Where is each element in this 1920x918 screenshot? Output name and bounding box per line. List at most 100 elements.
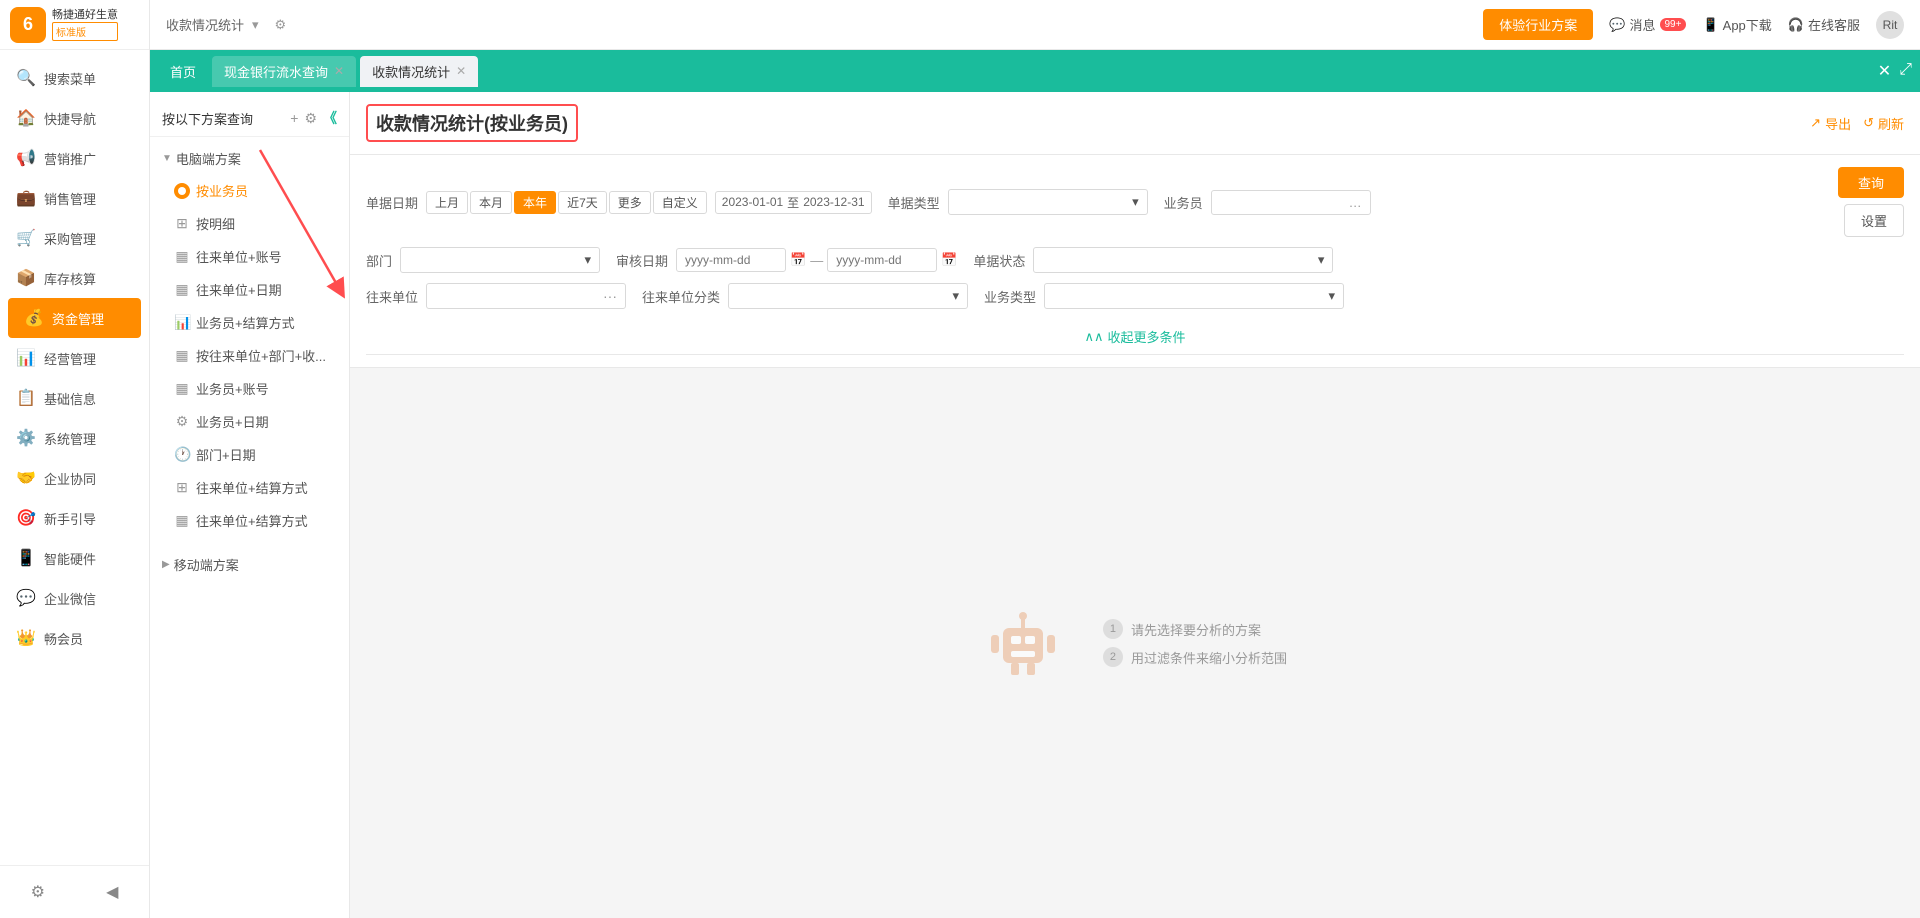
table-icon-1: ▦ — [174, 248, 190, 265]
demo-button[interactable]: 体验行业方案 — [1483, 9, 1593, 40]
app-download-button[interactable]: 📱 App下载 — [1702, 15, 1771, 34]
close-window-button[interactable]: ✕ — [1878, 61, 1891, 81]
pc-section: ▼ 电脑端方案 按业务员 ⊞ 按明细 ▦ 往来单位+账号 — [150, 137, 349, 543]
unit-more-icon[interactable]: ··· — [603, 288, 617, 304]
collapse-panel-button[interactable]: 《 — [323, 108, 337, 128]
sidebar-item-operation[interactable]: 📊 经营管理 — [0, 338, 149, 378]
unit-classify-select[interactable]: ▾ — [728, 283, 968, 309]
sidebar-item-system[interactable]: ⚙️ 系统管理 — [0, 418, 149, 458]
sidebar-label-sales: 销售管理 — [44, 189, 96, 208]
settings-icon[interactable]: ⚙ — [275, 17, 287, 33]
sidebar-item-purchase[interactable]: 🛒 采购管理 — [0, 218, 149, 258]
tree-label-unit-calc2: 往来单位+结算方式 — [196, 511, 308, 530]
sidebar-item-wechat[interactable]: 💬 企业微信 — [0, 578, 149, 618]
doc-status-select[interactable]: ▾ — [1033, 247, 1333, 273]
query-button[interactable]: 查询 — [1838, 167, 1904, 198]
tree-item-unit-date[interactable]: ▦ 往来单位+日期 — [150, 273, 349, 306]
tree-label-staff-account: 业务员+账号 — [196, 379, 269, 398]
filter-row-2: 部门 ▾ 审核日期 📅 — 📅 — [366, 247, 1904, 273]
doc-type-dropdown-icon: ▾ — [1132, 194, 1139, 210]
messages-button[interactable]: 💬 消息 99+ — [1609, 15, 1686, 34]
scheme-settings-button[interactable]: ⚙ — [304, 110, 317, 127]
sidebar-item-sales[interactable]: 💼 销售管理 — [0, 178, 149, 218]
audit-date-label: 审核日期 — [616, 251, 668, 270]
unit-select[interactable]: ··· — [426, 283, 626, 309]
add-scheme-button[interactable]: + — [290, 110, 298, 126]
user-avatar[interactable]: Rit — [1876, 11, 1904, 39]
date-tabs: 上月 本月 本年 近7天 更多 自定义 — [426, 191, 707, 214]
sidebar-item-cooperation[interactable]: 🤝 企业协同 — [0, 458, 149, 498]
dept-select[interactable]: ▾ — [400, 247, 600, 273]
audit-date-from-input[interactable] — [676, 248, 786, 272]
tree-label-by-staff: 按业务员 — [196, 181, 248, 200]
sidebar-item-hardware[interactable]: 📱 智能硬件 — [0, 538, 149, 578]
app-download-label: App下载 — [1723, 15, 1772, 34]
cal-icon-1[interactable]: 📅 — [790, 252, 806, 268]
export-button[interactable]: ↗ 导出 — [1810, 114, 1851, 133]
date-tab-this-month[interactable]: 本月 — [470, 191, 512, 214]
tree-item-dept-date[interactable]: 🕐 部门+日期 — [150, 438, 349, 471]
table-icon-3: ▦ — [174, 347, 190, 364]
sidebar-label-hardware: 智能硬件 — [44, 549, 96, 568]
tree-item-by-detail[interactable]: ⊞ 按明细 — [150, 207, 349, 240]
robot-illustration — [983, 603, 1063, 683]
tab-bank[interactable]: 现金银行流水查询 ✕ — [212, 56, 356, 87]
collapse-label: 收起更多条件 — [1108, 327, 1186, 346]
staff-more-icon: … — [1349, 195, 1362, 210]
settings-footer-button[interactable]: ⚙ — [23, 874, 53, 910]
sidebar-item-finance[interactable]: 💰 资金管理 — [8, 298, 141, 338]
dropdown-icon[interactable]: ▾ — [252, 17, 259, 33]
biz-type-select[interactable]: ▾ — [1044, 283, 1344, 309]
sidebar-item-marketing[interactable]: 📢 营销推广 — [0, 138, 149, 178]
pc-section-header[interactable]: ▼ 电脑端方案 — [150, 143, 349, 174]
sidebar-item-basic[interactable]: 📋 基础信息 — [0, 378, 149, 418]
online-service-button[interactable]: 🎧 在线客服 — [1788, 15, 1860, 34]
tab-collection[interactable]: 收款情况统计 ✕ — [360, 56, 478, 87]
tree-item-unit-calc2[interactable]: ▦ 往来单位+结算方式 — [150, 504, 349, 537]
date-tab-this-year[interactable]: 本年 — [514, 191, 556, 214]
mobile-section-header[interactable]: ▶ 移动端方案 — [150, 549, 349, 580]
tree-item-staff-account[interactable]: ▦ 业务员+账号 — [150, 372, 349, 405]
date-tab-custom[interactable]: 自定义 — [653, 191, 707, 214]
unit-filter-item: 往来单位 ··· — [366, 283, 626, 309]
date-tab-more[interactable]: 更多 — [609, 191, 651, 214]
tree-item-unit-calc1[interactable]: ⊞ 往来单位+结算方式 — [150, 471, 349, 504]
refresh-icon: ↺ — [1863, 115, 1874, 131]
tree-item-by-staff[interactable]: 按业务员 — [150, 174, 349, 207]
pc-section-label: 电脑端方案 — [176, 149, 241, 168]
staff-select[interactable]: … — [1211, 190, 1371, 215]
tab-bank-close[interactable]: ✕ — [334, 64, 344, 78]
tree-item-staff-date[interactable]: ⚙ 业务员+日期 — [150, 405, 349, 438]
sidebar-item-quick[interactable]: 🏠 快捷导航 — [0, 98, 149, 138]
unit-classify-label: 往来单位分类 — [642, 287, 720, 306]
date-range-display: 2023-01-01 至 2023-12-31 — [715, 191, 872, 214]
bar-icon: 📊 — [174, 314, 190, 331]
operation-icon: 📊 — [16, 348, 36, 368]
tree-item-staff-calc[interactable]: 📊 业务员+结算方式 — [150, 306, 349, 339]
tab-bar: 首页 现金银行流水查询 ✕ 收款情况统计 ✕ ✕ ⤢ — [150, 50, 1920, 92]
tree-item-unit-dept[interactable]: ▦ 按往来单位+部门+收... — [150, 339, 349, 372]
settings-button[interactable]: 设置 — [1844, 204, 1904, 237]
purchase-icon: 🛒 — [16, 228, 36, 248]
sidebar-item-search[interactable]: 🔍 搜索菜单 — [0, 58, 149, 98]
doc-type-select[interactable]: ▾ — [948, 189, 1148, 215]
audit-date-to-input[interactable] — [827, 248, 937, 272]
refresh-button[interactable]: ↺ 刷新 — [1863, 114, 1904, 133]
sidebar-item-member[interactable]: 👑 畅会员 — [0, 618, 149, 658]
header-left: 收款情况统计 ▾ ⚙ — [166, 15, 286, 34]
sidebar-item-guide[interactable]: 🎯 新手引导 — [0, 498, 149, 538]
filter-row-1: 单据日期 上月 本月 本年 近7天 更多 自定义 2023-01-01 至 — [366, 167, 1904, 237]
sidebar-item-inventory[interactable]: 📦 库存核算 — [0, 258, 149, 298]
collapse-footer-button[interactable]: ◀ — [98, 874, 126, 910]
cal-icon-2[interactable]: 📅 — [941, 252, 957, 268]
page-header-actions: ↗ 导出 ↺ 刷新 — [1810, 114, 1904, 133]
tab-home-label: 首页 — [170, 65, 196, 80]
tree-item-unit-account[interactable]: ▦ 往来单位+账号 — [150, 240, 349, 273]
tab-collection-close[interactable]: ✕ — [456, 64, 466, 78]
maximize-window-button[interactable]: ⤢ — [1899, 61, 1912, 81]
basic-icon: 📋 — [16, 388, 36, 408]
date-tab-last-month[interactable]: 上月 — [426, 191, 468, 214]
date-tab-7days[interactable]: 近7天 — [558, 191, 607, 214]
collapse-more-button[interactable]: ∧∧ 收起更多条件 — [1084, 327, 1185, 346]
tab-home[interactable]: 首页 — [158, 56, 208, 87]
